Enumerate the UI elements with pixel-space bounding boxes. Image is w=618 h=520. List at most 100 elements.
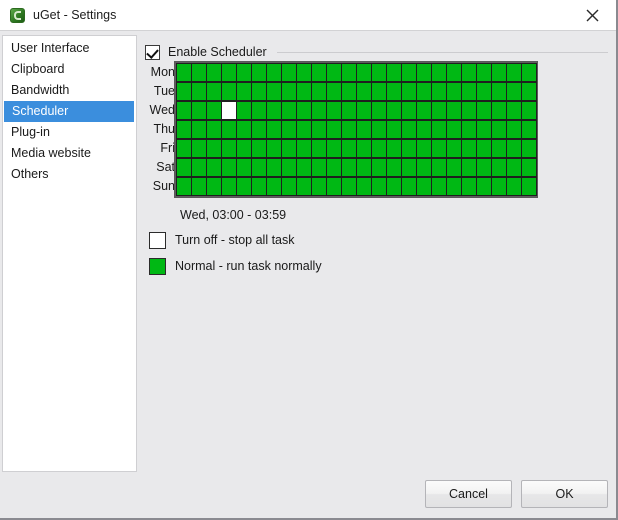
enable-scheduler-checkbox[interactable] [145,44,160,60]
schedule-cell[interactable] [221,139,237,158]
schedule-cell[interactable] [431,120,447,139]
schedule-cell[interactable] [521,120,537,139]
schedule-cell[interactable] [206,120,222,139]
schedule-cell[interactable] [176,120,192,139]
schedule-cell[interactable] [266,177,282,196]
schedule-grid[interactable] [174,61,538,198]
schedule-cell[interactable] [221,120,237,139]
schedule-cell[interactable] [416,177,432,196]
schedule-cell[interactable] [326,82,342,101]
schedule-cell[interactable] [461,158,477,177]
schedule-cell[interactable] [446,82,462,101]
schedule-cell[interactable] [251,63,267,82]
schedule-cell[interactable] [386,120,402,139]
schedule-cell[interactable] [281,63,297,82]
schedule-cell[interactable] [521,63,537,82]
schedule-cell[interactable] [356,139,372,158]
schedule-cell[interactable] [341,158,357,177]
schedule-cell[interactable] [191,101,207,120]
schedule-cell[interactable] [341,101,357,120]
schedule-cell[interactable] [341,63,357,82]
schedule-cell[interactable] [491,139,507,158]
sidebar-item-bandwidth[interactable]: Bandwidth [3,80,136,101]
schedule-cell[interactable] [356,101,372,120]
schedule-cell[interactable] [221,101,237,120]
schedule-cell[interactable] [371,63,387,82]
schedule-cell[interactable] [416,120,432,139]
schedule-cell[interactable] [506,82,522,101]
schedule-cell[interactable] [251,101,267,120]
schedule-cell[interactable] [341,139,357,158]
schedule-cell[interactable] [371,120,387,139]
sidebar-item-media-website[interactable]: Media website [3,143,136,164]
schedule-cell[interactable] [191,120,207,139]
schedule-cell[interactable] [176,158,192,177]
schedule-cell[interactable] [491,120,507,139]
schedule-cell[interactable] [386,139,402,158]
schedule-cell[interactable] [521,177,537,196]
schedule-cell[interactable] [206,158,222,177]
schedule-cell[interactable] [491,177,507,196]
schedule-cell[interactable] [401,120,417,139]
schedule-cell[interactable] [371,82,387,101]
schedule-cell[interactable] [176,101,192,120]
sidebar-item-scheduler[interactable]: Scheduler [4,101,134,122]
schedule-cell[interactable] [521,101,537,120]
schedule-cell[interactable] [311,82,327,101]
schedule-cell[interactable] [296,82,312,101]
schedule-cell[interactable] [281,139,297,158]
schedule-cell[interactable] [311,63,327,82]
schedule-cell[interactable] [431,63,447,82]
schedule-cell[interactable] [281,158,297,177]
schedule-cell[interactable] [401,101,417,120]
sidebar-item-user-interface[interactable]: User Interface [3,38,136,59]
schedule-cell[interactable] [461,101,477,120]
schedule-cell[interactable] [311,139,327,158]
schedule-cell[interactable] [221,177,237,196]
schedule-cell[interactable] [506,139,522,158]
schedule-cell[interactable] [416,158,432,177]
schedule-cell[interactable] [431,139,447,158]
schedule-cell[interactable] [371,101,387,120]
schedule-cell[interactable] [461,177,477,196]
schedule-cell[interactable] [221,63,237,82]
schedule-cell[interactable] [491,82,507,101]
schedule-cell[interactable] [176,177,192,196]
schedule-cell[interactable] [251,158,267,177]
schedule-cell[interactable] [401,139,417,158]
schedule-cell[interactable] [176,82,192,101]
schedule-cell[interactable] [236,63,252,82]
schedule-cell[interactable] [476,101,492,120]
schedule-cell[interactable] [491,158,507,177]
schedule-cell[interactable] [251,139,267,158]
schedule-cell[interactable] [281,120,297,139]
schedule-cell[interactable] [221,82,237,101]
schedule-cell[interactable] [476,63,492,82]
schedule-cell[interactable] [416,139,432,158]
schedule-cell[interactable] [476,120,492,139]
schedule-cell[interactable] [446,101,462,120]
schedule-cell[interactable] [311,158,327,177]
sidebar-item-plug-in[interactable]: Plug-in [3,122,136,143]
schedule-cell[interactable] [266,101,282,120]
schedule-cell[interactable] [401,158,417,177]
schedule-cell[interactable] [461,120,477,139]
schedule-cell[interactable] [206,82,222,101]
schedule-cell[interactable] [191,82,207,101]
schedule-cell[interactable] [296,101,312,120]
settings-category-list[interactable]: User Interface Clipboard Bandwidth Schedule… [2,35,137,472]
schedule-cell[interactable] [311,177,327,196]
schedule-cell[interactable] [281,82,297,101]
schedule-cell[interactable] [356,63,372,82]
schedule-cell[interactable] [416,82,432,101]
schedule-cell[interactable] [431,158,447,177]
legend-swatch-turn-off[interactable] [149,231,166,249]
schedule-cell[interactable] [296,158,312,177]
schedule-cell[interactable] [236,82,252,101]
schedule-cell[interactable] [191,158,207,177]
schedule-cell[interactable] [266,63,282,82]
schedule-cell[interactable] [356,158,372,177]
schedule-cell[interactable] [371,139,387,158]
schedule-cell[interactable] [296,63,312,82]
schedule-cell[interactable] [176,139,192,158]
